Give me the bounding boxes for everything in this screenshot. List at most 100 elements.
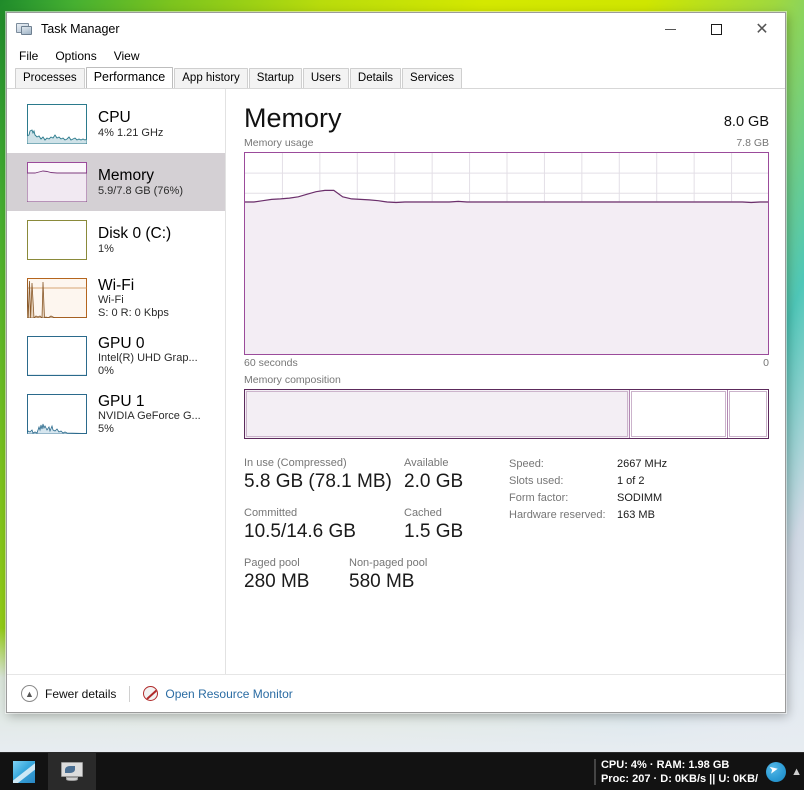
- sidebar-item-cpu-text: CPU 4% 1.21 GHz: [98, 109, 163, 139]
- sidebar-item-memory-sub: 5.9/7.8 GB (76%): [98, 184, 183, 197]
- sidebar-item-memory[interactable]: Memory 5.9/7.8 GB (76%): [7, 153, 225, 211]
- tab-users[interactable]: Users: [302, 68, 349, 88]
- sidebar-item-gpu1-title: GPU 1: [98, 393, 145, 410]
- window-footer: ▲ Fewer details Open Resource Monitor: [7, 674, 785, 712]
- sidebar-item-disk-title: Disk 0 (C:): [98, 225, 172, 243]
- resource-monitor-icon: [143, 686, 159, 701]
- composition-segment[interactable]: [727, 390, 768, 438]
- menu-file[interactable]: File: [19, 49, 38, 63]
- composition-segment[interactable]: [245, 390, 630, 438]
- sidebar-item-gpu1-text: GPU 1 NVIDIA GeForce G... 5%: [98, 393, 201, 435]
- gpu0-mini-graph: [27, 336, 87, 376]
- stat-paged-pool-value: 280 MB: [244, 571, 310, 592]
- monitor-icon: [60, 761, 84, 782]
- file-explorer-icon: [13, 760, 35, 783]
- composition-segment-inner: [246, 391, 628, 437]
- sidebar-item-disk[interactable]: Disk 0 (C:) 1%: [7, 211, 225, 269]
- system-monitor-widget[interactable]: CPU: 4% · RAM: 1.98 GB Proc: 207 · D: 0K…: [601, 758, 758, 786]
- menu-bar: File Options View: [7, 45, 785, 67]
- sidebar-item-wifi[interactable]: Wi-Fi Wi-Fi S: 0 R: 0 Kbps: [7, 269, 225, 327]
- tab-startup[interactable]: Startup: [248, 68, 302, 88]
- close-button[interactable]: ✕: [739, 13, 785, 45]
- stat-slots-used: Slots used: 1 of 2: [509, 473, 769, 490]
- file-explorer-taskbar-icon[interactable]: [0, 753, 48, 790]
- stat-form-factor: Form factor: SODIMM: [509, 490, 769, 507]
- gpu1-mini-graph: [27, 394, 87, 434]
- memory-composition-bar[interactable]: [244, 389, 769, 439]
- sidebar-item-gpu0-sub2: 0%: [98, 364, 114, 377]
- task-manager-icon: [16, 22, 33, 37]
- task-manager-window: Task Manager ✕ File Options View Process…: [6, 12, 786, 713]
- usage-graph-label: Memory usage: [244, 137, 314, 149]
- memory-detail-pane: Memory 8.0 GB Memory usage 7.8 GB 60 sec…: [226, 89, 785, 674]
- memory-stats-left: In use (Compressed) 5.8 GB (78.1 MB) Ava…: [244, 456, 509, 606]
- stat-paged-pool: Paged pool 280 MB: [244, 556, 349, 594]
- maximize-button[interactable]: [693, 13, 739, 45]
- sidebar-item-gpu1-sub: NVIDIA GeForce G...: [98, 410, 201, 423]
- fewer-details-label: Fewer details: [45, 686, 117, 701]
- stat-row: Paged pool 280 MB Non-paged pool 580 MB: [244, 556, 509, 594]
- stat-available: Available 2.0 GB: [404, 456, 463, 494]
- sidebar-item-memory-text: Memory 5.9/7.8 GB (76%): [98, 167, 183, 197]
- tray-divider: [593, 758, 596, 785]
- memory-mini-graph: [27, 162, 87, 202]
- sidebar-item-disk-sub: 1%: [98, 242, 114, 255]
- display-settings-taskbar-icon[interactable]: [48, 752, 96, 790]
- telegram-tray-icon[interactable]: [766, 761, 787, 782]
- tab-processes[interactable]: Processes: [15, 68, 85, 88]
- stat-speed-value: 2667 MHz: [617, 458, 668, 470]
- window-controls: ✕: [647, 13, 785, 45]
- tab-performance[interactable]: Performance: [85, 67, 174, 88]
- system-tray: CPU: 4% · RAM: 1.98 GB Proc: 207 · D: 0K…: [593, 753, 804, 790]
- composition-label: Memory composition: [244, 374, 341, 386]
- stat-slots-used-value: 1 of 2: [617, 475, 645, 487]
- usage-graph-svg: [245, 153, 768, 354]
- usage-graph-labels: Memory usage 7.8 GB: [244, 137, 769, 149]
- memory-usage-graph: [244, 152, 769, 355]
- memory-header: Memory 8.0 GB: [244, 103, 769, 133]
- stat-hardware-reserved-value: 163 MB: [617, 509, 655, 521]
- chevron-up-icon: ▲: [21, 685, 38, 702]
- stat-non-paged-pool: Non-paged pool 580 MB: [349, 556, 427, 594]
- stat-available-value: 2.0 GB: [404, 471, 464, 492]
- stat-cached-value: 1.5 GB: [404, 521, 464, 542]
- sidebar-item-wifi-text: Wi-Fi Wi-Fi S: 0 R: 0 Kbps: [98, 277, 169, 319]
- sidebar-item-gpu0-sub: Intel(R) UHD Grap...: [98, 352, 198, 365]
- composition-segment-inner: [728, 391, 767, 437]
- menu-view[interactable]: View: [114, 49, 140, 63]
- usage-graph-axis: 60 seconds 0: [244, 357, 769, 369]
- page-title: Memory: [244, 103, 342, 133]
- tab-services[interactable]: Services: [402, 68, 463, 88]
- fewer-details-button[interactable]: ▲ Fewer details: [21, 685, 116, 702]
- stat-available-label: Available: [404, 457, 449, 469]
- sidebar-item-cpu[interactable]: CPU 4% 1.21 GHz: [7, 95, 225, 153]
- composition-segment[interactable]: [629, 390, 728, 438]
- tab-strip: Processes Performance App history Startu…: [7, 67, 785, 89]
- sidebar-item-gpu0[interactable]: GPU 0 Intel(R) UHD Grap... 0%: [7, 327, 225, 385]
- stat-paged-pool-label: Paged pool: [244, 557, 300, 569]
- tray-overflow-icon[interactable]: ▲: [791, 766, 802, 778]
- wifi-mini-graph: [27, 278, 87, 318]
- tab-app-history[interactable]: App history: [174, 68, 248, 88]
- sidebar-item-gpu1-sub2: 5%: [98, 422, 114, 435]
- sidebar-item-cpu-title: CPU: [98, 109, 131, 127]
- sidebar-item-gpu1[interactable]: GPU 1 NVIDIA GeForce G... 5%: [7, 385, 225, 443]
- stat-speed-key: Speed:: [509, 458, 544, 470]
- sidebar-item-gpu0-text: GPU 0 Intel(R) UHD Grap... 0%: [98, 335, 198, 377]
- stat-committed: Committed 10.5/14.6 GB: [244, 506, 404, 544]
- performance-sidebar: CPU 4% 1.21 GHz Memory 5.9/7.8 GB (76%): [7, 89, 226, 674]
- sidebar-item-memory-title: Memory: [98, 167, 154, 185]
- tab-details[interactable]: Details: [349, 68, 402, 88]
- stat-hardware-reserved-key: Hardware reserved:: [509, 509, 606, 521]
- menu-options[interactable]: Options: [55, 49, 96, 63]
- window-title: Task Manager: [41, 22, 120, 36]
- axis-time-label: 60 seconds: [244, 357, 298, 369]
- axis-zero-label: 0: [763, 357, 769, 369]
- memory-stats-right: Speed: 2667 MHz Slots used: 1 of 2 Form …: [509, 456, 769, 606]
- stat-slots-used-key: Slots used:: [509, 475, 564, 487]
- minimize-button[interactable]: [647, 13, 693, 45]
- open-resource-monitor-link[interactable]: Open Resource Monitor: [143, 686, 293, 701]
- stat-committed-value: 10.5/14.6 GB: [244, 521, 356, 542]
- sidebar-item-cpu-sub: 4% 1.21 GHz: [98, 126, 164, 139]
- disk-mini-graph: [27, 220, 87, 260]
